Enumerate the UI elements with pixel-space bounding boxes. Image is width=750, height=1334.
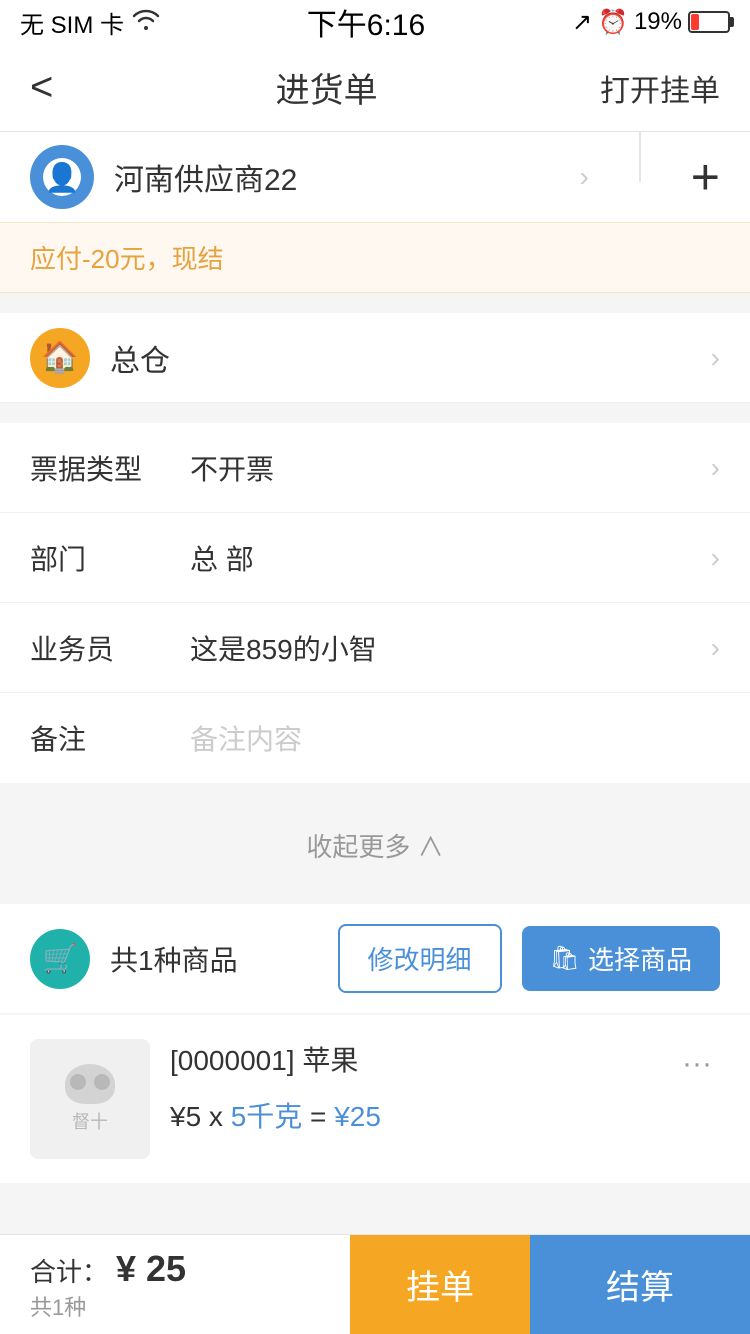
dept-row[interactable]: 部门 总 部 › — [0, 513, 750, 603]
page-title: 进货单 — [276, 63, 378, 112]
notice-text: 应付-20元，现结 — [30, 244, 224, 274]
battery-icon — [688, 11, 730, 33]
supplier-divider — [639, 132, 641, 182]
qty-unit: 5千克 — [231, 1101, 303, 1132]
total-count: 共1种 — [30, 1290, 320, 1322]
warehouse-icon: 🏠 — [30, 328, 90, 388]
form-section: 票据类型 不开票 › 部门 总 部 › 业务员 这是859的小智 › 备注 备注… — [0, 423, 750, 783]
products-icon: 🛒 — [30, 929, 90, 989]
products-header: 🛒 共1种商品 修改明细 🛍 选择商品 — [0, 904, 750, 1013]
invoice-label: 票据类型 — [30, 448, 170, 488]
invoice-value: 不开票 — [170, 448, 711, 488]
total-section: 合计： ¥ 25 共1种 — [0, 1235, 350, 1334]
unit-price: ¥5 x — [170, 1101, 231, 1132]
add-supplier-button[interactable]: + — [661, 132, 750, 222]
checkout-button[interactable]: 结算 — [530, 1235, 750, 1334]
salesperson-value: 这是859的小智 — [170, 628, 711, 668]
supplier-chevron-icon: › — [579, 161, 588, 193]
supplier-row[interactable]: 👤 河南供应商22 › — [0, 132, 619, 222]
alarm-icon: ⏰ — [598, 8, 628, 37]
house-icon: 🏠 — [41, 340, 78, 375]
select-product-icon: 🛍 — [550, 944, 580, 973]
total-label: 合计： — [30, 1252, 108, 1289]
pend-label: 挂单 — [406, 1260, 474, 1309]
nav-bar: < 进货单 打开挂单 — [0, 44, 750, 132]
warehouse-row[interactable]: 🏠 总仓 › — [0, 313, 750, 403]
product-price: ¥5 x 5千克 = ¥25 — [170, 1095, 654, 1135]
status-left: 无 SIM 卡 — [20, 5, 160, 40]
remark-row[interactable]: 备注 备注内容 — [0, 693, 750, 783]
dept-label: 部门 — [30, 538, 170, 578]
pend-button[interactable]: 挂单 — [350, 1235, 530, 1334]
equals: = — [302, 1101, 334, 1132]
battery-pct: 19% — [634, 8, 682, 36]
bottom-bar: 合计： ¥ 25 共1种 挂单 结算 — [0, 1234, 750, 1334]
warehouse-chevron-icon: › — [711, 342, 720, 374]
person-icon: 👤 — [45, 161, 80, 194]
open-pend-button[interactable]: 打开挂单 — [600, 66, 720, 110]
dept-chevron-icon: › — [711, 542, 720, 574]
product-name: [0000001] 苹果 — [170, 1039, 654, 1079]
salesperson-row[interactable]: 业务员 这是859的小智 › — [0, 603, 750, 693]
product-title: 苹果 — [302, 1045, 358, 1076]
checkout-label: 结算 — [606, 1260, 674, 1309]
dept-value: 总 部 — [170, 538, 711, 578]
total-price: ¥25 — [334, 1101, 381, 1132]
product-code: [0000001] — [170, 1045, 302, 1076]
owl-placeholder: 督十 — [65, 1064, 115, 1134]
supplier-section: 👤 河南供应商22 › + — [0, 132, 750, 222]
salesperson-chevron-icon: › — [711, 632, 720, 664]
invoice-row[interactable]: 票据类型 不开票 › — [0, 423, 750, 513]
products-count: 共1种商品 — [110, 939, 318, 979]
product-more-button[interactable]: ··· — [674, 1039, 720, 1089]
edit-detail-button[interactable]: 修改明细 — [338, 924, 502, 993]
remark-input[interactable]: 备注内容 — [170, 718, 720, 758]
status-right: ↗ ⏰ 19% — [572, 8, 730, 37]
wifi-icon — [132, 8, 160, 37]
owl-text: 督十 — [72, 1108, 108, 1134]
carrier-label: 无 SIM 卡 — [20, 5, 124, 40]
product-thumbnail: 督十 — [30, 1039, 150, 1159]
collapse-label: 收起更多 ∧ — [306, 832, 443, 862]
collapse-button[interactable]: 收起更多 ∧ — [0, 803, 750, 888]
notice-bar: 应付-20元，现结 — [0, 222, 750, 293]
total-amount: ¥ 25 — [116, 1248, 186, 1290]
status-bar: 无 SIM 卡 下午6:16 ↗ ⏰ 19% — [0, 0, 750, 44]
content: 👤 河南供应商22 › + 应付-20元，现结 🏠 总仓 › 票据类型 不开票 — [0, 132, 750, 1303]
invoice-chevron-icon: › — [711, 452, 720, 484]
status-time: 下午6:16 — [307, 0, 425, 44]
supplier-avatar: 👤 — [30, 145, 94, 209]
warehouse-name: 总仓 — [110, 336, 711, 380]
supplier-name: 河南供应商22 — [114, 155, 579, 199]
add-icon: + — [691, 152, 720, 202]
back-button[interactable]: < — [30, 65, 53, 110]
salesperson-label: 业务员 — [30, 628, 170, 668]
location-icon: ↗ — [572, 8, 592, 37]
remark-label: 备注 — [30, 718, 170, 758]
warehouse-section: 🏠 总仓 › — [0, 313, 750, 403]
cart-icon: 🛒 — [43, 942, 78, 975]
select-product-label: 选择商品 — [588, 940, 692, 977]
select-product-button[interactable]: 🛍 选择商品 — [522, 926, 720, 991]
product-item: 督十 [0000001] 苹果 ¥5 x 5千克 = ¥25 ··· — [0, 1015, 750, 1183]
product-info: [0000001] 苹果 ¥5 x 5千克 = ¥25 — [170, 1039, 654, 1135]
